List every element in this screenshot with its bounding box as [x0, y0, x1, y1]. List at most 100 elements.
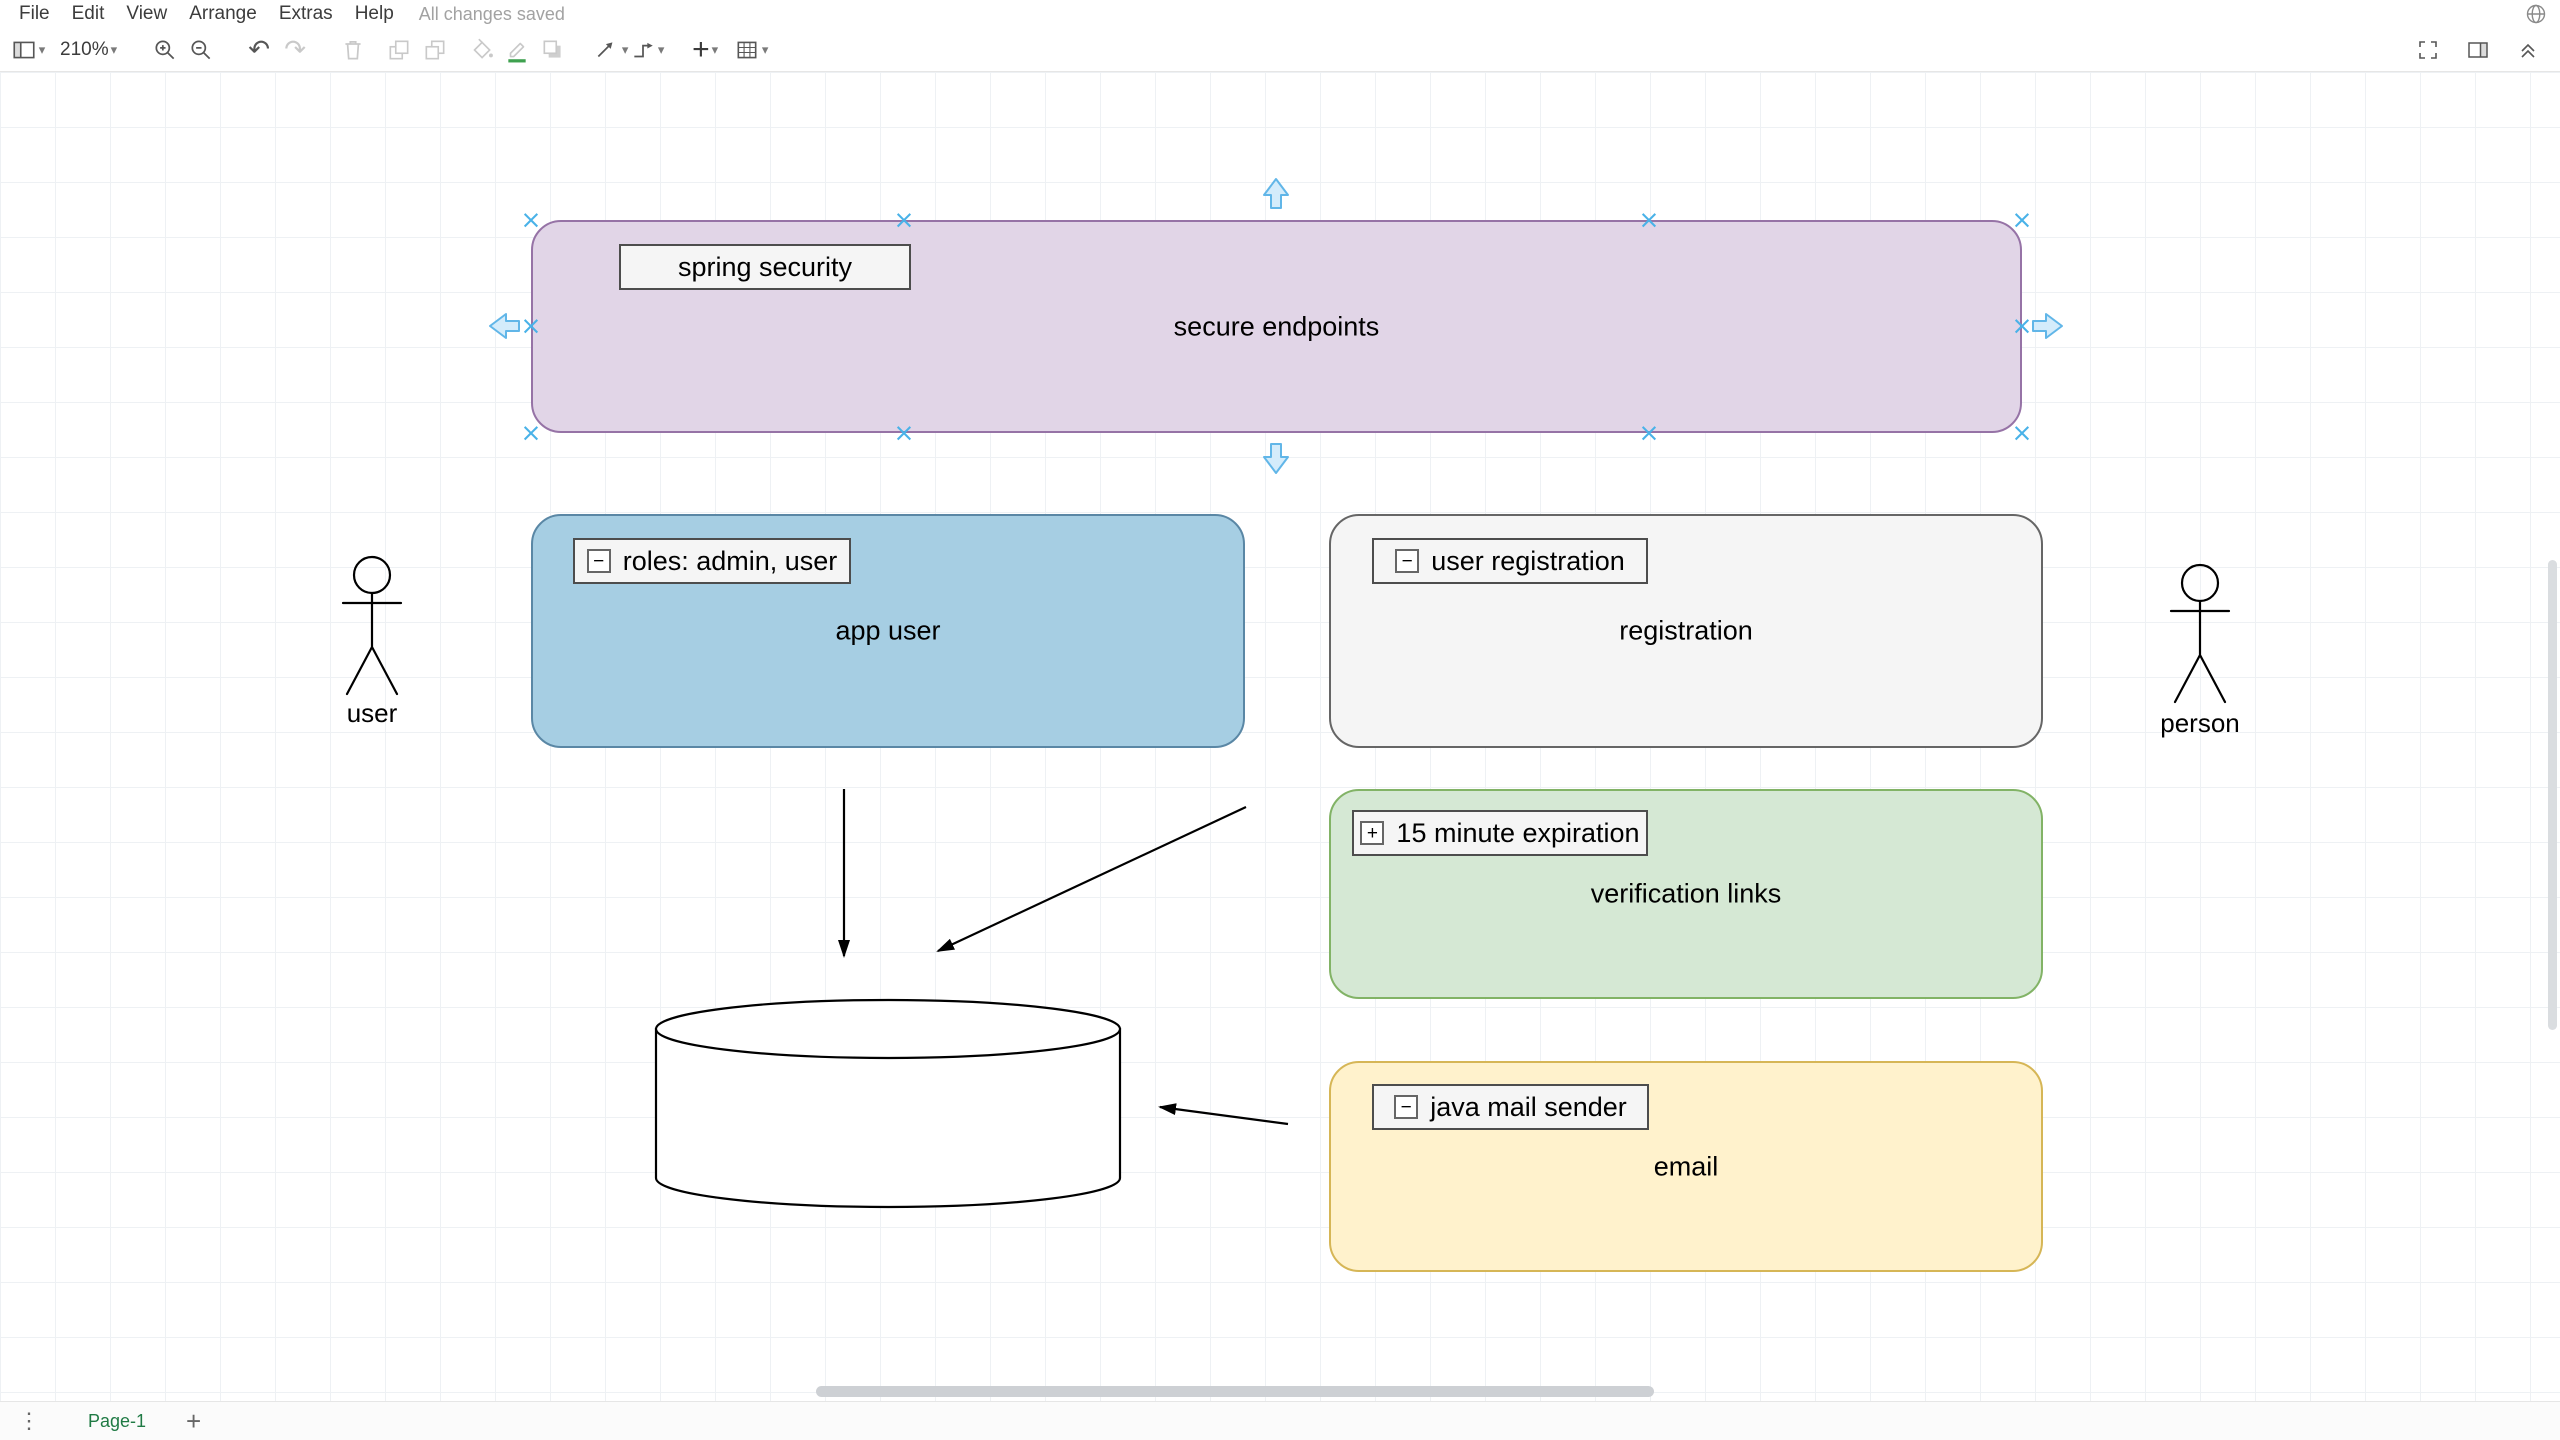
chevron-down-icon: ▾ — [711, 41, 719, 57]
connector-email-to-db[interactable] — [1158, 1103, 1289, 1126]
shape-verification-links[interactable]: + 15 minute expiration verification link… — [1329, 789, 2043, 999]
chevron-down-icon: ▾ — [621, 41, 629, 57]
table-button[interactable]: ▾ — [733, 30, 769, 70]
page-tab-1[interactable]: Page-1 — [74, 1411, 160, 1432]
to-front-button[interactable] — [381, 30, 417, 70]
collapse-expand-button[interactable] — [2510, 30, 2546, 70]
shape-title-box[interactable]: spring security — [619, 244, 911, 290]
plus-icon: + — [692, 32, 710, 66]
undo-icon: ↶ — [248, 34, 271, 64]
expand-icon[interactable]: + — [1360, 821, 1385, 845]
format-panel-icon — [2466, 38, 2490, 62]
redo-button[interactable]: ↷ — [277, 30, 313, 70]
shape-body-label: email — [1653, 1151, 1719, 1181]
shape-title-label: spring security — [677, 251, 853, 282]
selection-handle[interactable]: × — [891, 207, 917, 233]
redo-icon: ↷ — [284, 34, 307, 64]
pages-menu-button[interactable]: ⋮ — [14, 1408, 44, 1434]
shape-email[interactable]: − java mail sender email — [1329, 1061, 2043, 1272]
collapse-icon[interactable]: − — [1395, 549, 1420, 573]
menu-view[interactable]: View — [115, 3, 178, 25]
zoom-in-button[interactable] — [147, 30, 183, 70]
pencil-icon — [504, 37, 530, 63]
shape-spring-security[interactable]: spring security secure endpoints — [531, 220, 2022, 433]
view-panels-button[interactable]: ▾ — [10, 30, 46, 70]
shape-body-label: verification links — [1590, 878, 1782, 909]
menu-help[interactable]: Help — [344, 3, 405, 25]
selection-handle[interactable]: × — [2009, 207, 2035, 233]
vertical-dots-icon: ⋮ — [18, 1408, 40, 1433]
to-back-button[interactable] — [417, 30, 453, 70]
vertical-scrollbar[interactable] — [2548, 560, 2557, 1030]
actor-person-label: person — [2160, 708, 2240, 738]
fullscreen-button[interactable] — [2410, 30, 2446, 70]
selection-handle[interactable]: × — [2009, 420, 2035, 446]
zoom-out-icon — [188, 37, 214, 63]
actor-user-label: user — [346, 698, 398, 728]
add-page-button[interactable]: + — [186, 1408, 201, 1434]
connector-diagonal-to-db[interactable] — [936, 806, 1247, 952]
trash-icon — [340, 37, 366, 63]
to-back-icon — [422, 37, 448, 63]
plus-icon: + — [186, 1406, 202, 1436]
actor-person-figure[interactable] — [2169, 563, 2231, 704]
collapse-icon[interactable]: − — [1394, 1095, 1419, 1119]
insert-button[interactable]: + ▾ — [687, 30, 723, 70]
paint-bucket-icon — [468, 37, 494, 63]
chevron-down-icon: ▾ — [657, 41, 665, 57]
shape-app-user[interactable]: − roles: admin, user app user — [531, 514, 1245, 748]
diagram-canvas[interactable]: spring security secure endpoints − roles… — [0, 72, 2560, 1401]
direction-arrow-left[interactable] — [485, 306, 525, 346]
fullscreen-icon — [2416, 38, 2440, 62]
menu-arrange[interactable]: Arrange — [178, 3, 268, 25]
shape-user-registration[interactable]: − user registration registration — [1329, 514, 2043, 748]
connection-style-button[interactable]: ▾ — [593, 30, 629, 70]
chevron-down-icon: ▾ — [38, 41, 46, 57]
selection-handle[interactable]: × — [518, 207, 544, 233]
menu-edit[interactable]: Edit — [61, 3, 116, 25]
shape-title-box[interactable]: + 15 minute expiration — [1352, 810, 1648, 856]
direction-arrow-right[interactable] — [2027, 306, 2067, 346]
database-cylinder-shape[interactable] — [654, 998, 1122, 1209]
toolbar: ▾ 210% ▾ ↶ ↷ ▾ ▾ + ▾ ▾ — [0, 28, 2560, 72]
menu-file[interactable]: File — [8, 3, 61, 25]
direction-arrow-up[interactable] — [1256, 174, 1296, 214]
undo-button[interactable]: ↶ — [241, 30, 277, 70]
zoom-out-button[interactable] — [183, 30, 219, 70]
line-color-button[interactable] — [499, 30, 535, 70]
direction-arrow-down[interactable] — [1256, 438, 1296, 478]
zoom-dropdown[interactable]: 210% ▾ — [52, 39, 125, 61]
waypoint-style-button[interactable]: ▾ — [629, 30, 665, 70]
shape-title-box[interactable]: − roles: admin, user — [573, 538, 851, 584]
shape-title-label: roles: admin, user — [622, 545, 838, 576]
selection-handle[interactable]: × — [1636, 207, 1662, 233]
table-grid-icon — [734, 37, 760, 63]
horizontal-scrollbar[interactable] — [816, 1386, 1654, 1397]
to-front-icon — [386, 37, 412, 63]
selection-handle[interactable]: × — [891, 420, 917, 446]
actor-user-figure[interactable] — [341, 555, 403, 696]
delete-button[interactable] — [335, 30, 371, 70]
chevron-down-icon: ▾ — [110, 41, 118, 57]
shape-title-label: 15 minute expiration — [1396, 817, 1640, 848]
zoom-in-icon — [152, 37, 178, 63]
waypoint-icon — [630, 37, 656, 63]
shape-title-box[interactable]: − java mail sender — [1372, 1084, 1649, 1130]
shape-body-label: secure endpoints — [1173, 311, 1380, 341]
format-panel-button[interactable] — [2460, 30, 2496, 70]
menubar: File Edit View Arrange Extras Help All c… — [0, 0, 2560, 28]
fill-color-button[interactable] — [463, 30, 499, 70]
collapse-icon[interactable]: − — [586, 549, 611, 573]
shape-title-box[interactable]: − user registration — [1372, 538, 1648, 584]
menu-extras[interactable]: Extras — [268, 3, 344, 25]
selection-handle[interactable]: × — [1636, 420, 1662, 446]
selection-handle[interactable]: × — [518, 420, 544, 446]
drawio-app: File Edit View Arrange Extras Help All c… — [0, 0, 2560, 1440]
shadow-button[interactable] — [535, 30, 571, 70]
shape-title-label: java mail sender — [1430, 1091, 1627, 1122]
shadow-icon — [540, 37, 566, 63]
shape-body-label: app user — [835, 615, 941, 646]
connection-arrow-icon — [594, 37, 620, 63]
chevron-down-icon: ▾ — [761, 41, 769, 57]
shape-body-label: registration — [1619, 615, 1753, 646]
